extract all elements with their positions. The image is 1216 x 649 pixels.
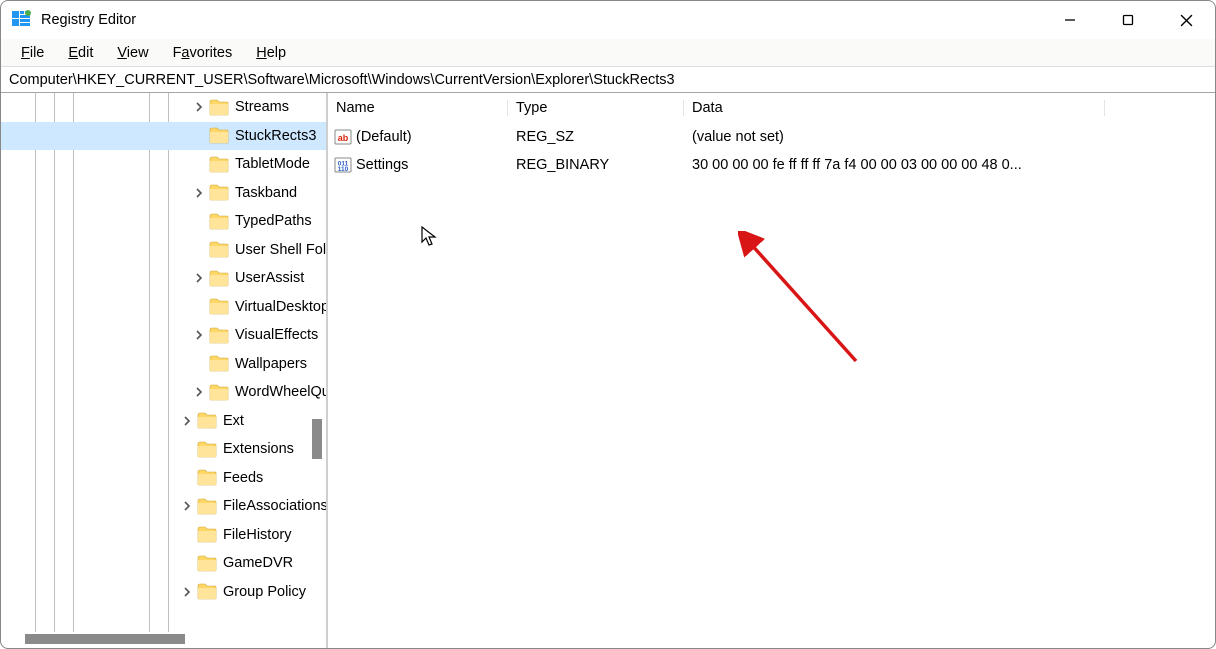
tree-item-label: Taskband — [235, 185, 297, 201]
maximize-button[interactable] — [1099, 1, 1157, 39]
reg-sz-icon — [334, 128, 352, 146]
folder-icon — [209, 213, 229, 230]
value-data: 30 00 00 00 fe ff ff ff 7a f4 00 00 03 0… — [684, 157, 1121, 173]
folder-icon — [197, 498, 217, 515]
tree-item-userassist[interactable]: UserAssist — [1, 264, 326, 293]
main-content: Streams StuckRects3 TabletMode Taskband Type… — [1, 93, 1215, 648]
window-title: Registry Editor — [41, 12, 136, 28]
tree-horizontal-scroll-thumb[interactable] — [25, 634, 185, 644]
title-bar[interactable]: Registry Editor — [1, 1, 1215, 39]
folder-icon — [197, 583, 217, 600]
regedit-app-icon — [11, 10, 31, 30]
menu-view[interactable]: View — [105, 43, 160, 63]
folder-icon — [197, 441, 217, 458]
tree-item-virtualdesktops[interactable]: VirtualDesktops — [1, 293, 326, 322]
tree-item-streams[interactable]: Streams — [1, 93, 326, 122]
folder-icon — [209, 184, 229, 201]
address-bar[interactable]: Computer\HKEY_CURRENT_USER\Software\Micr… — [1, 67, 1215, 93]
close-button[interactable] — [1157, 1, 1215, 39]
tree-item-label: VisualEffects — [235, 327, 318, 343]
tree-item-label: TabletMode — [235, 156, 310, 172]
tree-horizontal-scrollbar[interactable] — [5, 634, 308, 646]
value-name: (Default) — [356, 129, 412, 145]
tree-vertical-scrollbar[interactable] — [312, 97, 324, 630]
folder-icon — [209, 298, 229, 315]
chevron-right-icon[interactable] — [179, 498, 195, 514]
address-path: Computer\HKEY_CURRENT_USER\Software\Micr… — [9, 72, 675, 88]
column-header-data[interactable]: Data — [684, 100, 1105, 116]
tree-item-label: Ext — [223, 413, 244, 429]
tree-item-user-shell-folders[interactable]: User Shell Folders — [1, 236, 326, 265]
tree-item-label: Wallpapers — [235, 356, 307, 372]
menu-favorites[interactable]: Favorites — [161, 43, 245, 63]
folder-icon — [197, 555, 217, 572]
folder-icon — [209, 355, 229, 372]
window-controls — [1041, 1, 1215, 39]
value-list-header: Name Type Data — [328, 93, 1215, 123]
chevron-right-icon[interactable] — [191, 185, 207, 201]
chevron-right-icon[interactable] — [179, 413, 195, 429]
folder-icon — [209, 327, 229, 344]
tree-item-tabletmode[interactable]: TabletMode — [1, 150, 326, 179]
tree-item-extensions[interactable]: Extensions — [1, 435, 326, 464]
tree-item-label: Extensions — [223, 441, 294, 457]
tree-item-filehistory[interactable]: FileHistory — [1, 521, 326, 550]
tree-item-wallpapers[interactable]: Wallpapers — [1, 350, 326, 379]
menu-bar: File Edit View Favorites Help — [1, 39, 1215, 67]
tree-vertical-scroll-thumb[interactable] — [312, 419, 322, 459]
value-row[interactable]: Settings REG_BINARY30 00 00 00 fe ff ff f… — [328, 151, 1215, 179]
value-data: (value not set) — [684, 129, 1121, 145]
minimize-button[interactable] — [1041, 1, 1099, 39]
tree-item-stuckrects3[interactable]: StuckRects3 — [1, 122, 326, 151]
tree-item-ext[interactable]: Ext — [1, 407, 326, 436]
key-tree-pane[interactable]: Streams StuckRects3 TabletMode Taskband Type… — [1, 93, 328, 648]
folder-icon — [209, 127, 229, 144]
column-header-name[interactable]: Name — [328, 100, 508, 116]
tree-item-label: FileAssociations — [223, 498, 326, 514]
column-header-type[interactable]: Type — [508, 100, 684, 116]
menu-file[interactable]: File — [9, 43, 56, 63]
tree-item-label: Streams — [235, 99, 289, 115]
folder-icon — [197, 412, 217, 429]
value-name: Settings — [356, 157, 408, 173]
folder-icon — [209, 270, 229, 287]
folder-icon — [209, 384, 229, 401]
tree-item-gamedvr[interactable]: GameDVR — [1, 549, 326, 578]
folder-icon — [209, 99, 229, 116]
value-list-pane[interactable]: Name Type Data (Default) REG_SZ(value not… — [328, 93, 1215, 648]
tree-item-wordwheelquery[interactable]: WordWheelQuery — [1, 378, 326, 407]
reg-binary-icon — [334, 156, 352, 174]
tree-item-label: StuckRects3 — [235, 128, 316, 144]
tree-item-visualeffects[interactable]: VisualEffects — [1, 321, 326, 350]
tree-item-label: Feeds — [223, 470, 263, 486]
value-type: REG_SZ — [508, 129, 684, 145]
chevron-right-icon[interactable] — [179, 584, 195, 600]
chevron-right-icon[interactable] — [191, 384, 207, 400]
annotation-arrow — [738, 231, 868, 371]
chevron-right-icon[interactable] — [191, 99, 207, 115]
tree-item-typedpaths[interactable]: TypedPaths — [1, 207, 326, 236]
chevron-right-icon[interactable] — [191, 270, 207, 286]
cursor-icon — [421, 226, 439, 248]
menu-help[interactable]: Help — [244, 43, 298, 63]
tree-item-label: Group Policy — [223, 584, 306, 600]
folder-icon — [197, 526, 217, 543]
value-row[interactable]: (Default) REG_SZ(value not set) — [328, 123, 1215, 151]
chevron-right-icon[interactable] — [191, 327, 207, 343]
menu-edit[interactable]: Edit — [56, 43, 105, 63]
tree-item-fileassociations[interactable]: FileAssociations — [1, 492, 326, 521]
registry-editor-window: Registry Editor File Edit View Favorites… — [0, 0, 1216, 649]
tree-item-label: FileHistory — [223, 527, 291, 543]
folder-icon — [209, 156, 229, 173]
tree-item-group-policy[interactable]: Group Policy — [1, 578, 326, 607]
tree-item-feeds[interactable]: Feeds — [1, 464, 326, 493]
folder-icon — [209, 241, 229, 258]
tree-item-label: GameDVR — [223, 555, 293, 571]
tree-item-taskband[interactable]: Taskband — [1, 179, 326, 208]
tree-item-label: TypedPaths — [235, 213, 312, 229]
value-type: REG_BINARY — [508, 157, 684, 173]
folder-icon — [197, 469, 217, 486]
tree-item-label: UserAssist — [235, 270, 304, 286]
